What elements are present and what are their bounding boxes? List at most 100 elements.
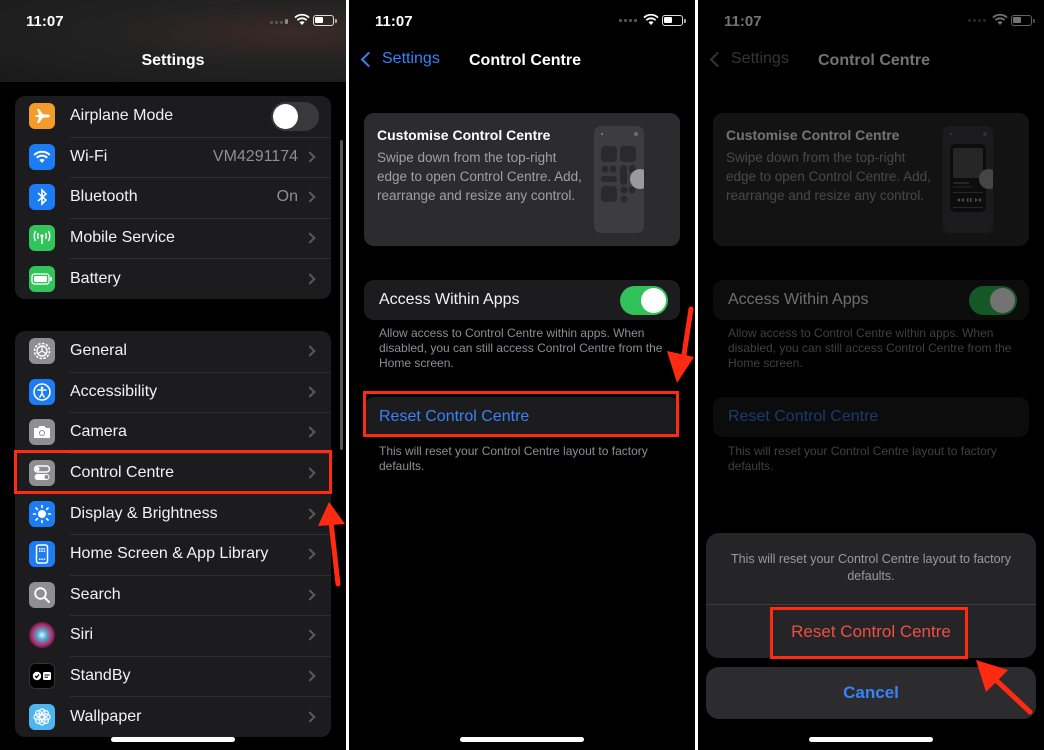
- search-icon: [29, 581, 55, 608]
- annotation-highlight-control-centre: [14, 450, 332, 494]
- chevron-right-icon: [304, 232, 316, 244]
- settings-row-wallpaper[interactable]: Wallpaper: [15, 696, 331, 737]
- settings-row-label: StandBy: [70, 667, 131, 685]
- control-centre-illustration-icon: [594, 126, 644, 233]
- settings-row-siri[interactable]: Siri: [15, 615, 331, 656]
- settings-row-airplane-mode[interactable]: Airplane Mode: [15, 96, 331, 137]
- status-bar: 11:07: [349, 0, 695, 42]
- reset-control-centre-label: Reset Control Centre: [728, 408, 879, 425]
- wifi-status-icon: [643, 13, 659, 25]
- settings-group-connectivity: Airplane Mode Wi-Fi VM4291174 Bluetooth …: [15, 96, 331, 299]
- settings-screen: 11:07 Settings Airplane Mode Wi-Fi VM429…: [0, 0, 346, 750]
- settings-row-general[interactable]: General: [15, 331, 331, 372]
- settings-row-search[interactable]: Search: [15, 574, 331, 616]
- scrollbar[interactable]: [340, 140, 343, 450]
- settings-row-label: Accessibility: [70, 382, 158, 400]
- settings-row-label: Mobile Service: [70, 229, 175, 247]
- back-label: Settings: [382, 50, 440, 67]
- access-within-apps-row: Access Within Apps: [713, 280, 1029, 320]
- settings-row-label: Search: [70, 585, 121, 603]
- cellular-signal-icon: [968, 19, 986, 22]
- camera-icon: [29, 419, 55, 446]
- battery-status-icon: [662, 15, 686, 26]
- back-button[interactable]: Settings: [706, 50, 789, 68]
- customise-card: Customise Control Centre Swipe down from…: [364, 113, 680, 246]
- control-centre-screen: 11:07 Settings Control Centre Customise …: [349, 0, 695, 750]
- reset-footer: This will reset your Control Centre layo…: [379, 444, 648, 473]
- chevron-right-icon: [304, 629, 316, 642]
- card-title: Customise Control Centre: [726, 127, 900, 143]
- settings-row-mobile-service[interactable]: Mobile Service: [15, 217, 331, 259]
- annotation-highlight-confirm-reset: [770, 607, 968, 659]
- reset-footer: This will reset your Control Centre layo…: [728, 444, 997, 473]
- settings-row-wifi[interactable]: Wi-Fi VM4291174: [15, 136, 331, 178]
- siri-icon: [29, 622, 55, 649]
- settings-row-label: Display & Brightness: [70, 504, 218, 522]
- annotation-arrow-down-icon: [667, 306, 694, 383]
- card-description: Swipe down from the top-right edge to op…: [726, 150, 931, 203]
- status-time: 11:07: [724, 13, 762, 30]
- antenna-icon: [29, 225, 55, 252]
- card-title: Customise Control Centre: [377, 127, 551, 143]
- cellular-signal-icon: [619, 19, 637, 22]
- access-within-apps-row: Access Within Apps: [364, 280, 680, 320]
- control-centre-media-illustration-icon: [943, 126, 993, 233]
- airplane-icon: [29, 103, 55, 130]
- bluetooth-status-value: On: [276, 188, 298, 206]
- customise-card: Customise Control Centre Swipe down from…: [713, 113, 1029, 246]
- status-bar: 11:07: [0, 0, 346, 42]
- chevron-right-icon: [304, 589, 316, 601]
- wifi-icon: [29, 143, 55, 170]
- settings-row-accessibility[interactable]: Accessibility: [15, 371, 331, 413]
- status-bar: 11:07: [698, 0, 1044, 42]
- accessibility-icon: [29, 378, 55, 405]
- access-within-apps-toggle[interactable]: [969, 285, 1017, 315]
- home-indicator[interactable]: [460, 737, 584, 742]
- annotation-arrow-up-icon: [318, 502, 345, 587]
- page-title: Control Centre: [818, 52, 930, 69]
- standby-icon: [29, 663, 55, 690]
- settings-row-battery[interactable]: Battery: [15, 258, 331, 299]
- home-screen-icon: [29, 541, 55, 568]
- wifi-status-icon: [992, 13, 1008, 25]
- chevron-left-icon: [360, 51, 377, 67]
- chevron-right-icon: [304, 426, 316, 439]
- airplane-mode-toggle[interactable]: [271, 101, 319, 131]
- gear-icon: [29, 338, 55, 365]
- chevron-right-icon: [304, 151, 316, 163]
- access-within-apps-label: Access Within Apps: [379, 291, 520, 308]
- settings-row-label: Bluetooth: [70, 188, 138, 206]
- reset-confirmation-screen: 11:07 Settings Control Centre Customise …: [698, 0, 1044, 750]
- settings-row-bluetooth[interactable]: Bluetooth On: [15, 177, 331, 218]
- settings-row-label: General: [70, 342, 127, 360]
- settings-row-standby[interactable]: StandBy: [15, 655, 331, 697]
- chevron-right-icon: [304, 670, 316, 682]
- settings-row-display-brightness[interactable]: Display & Brightness: [15, 493, 331, 534]
- access-within-apps-footer: Allow access to Control Centre within ap…: [379, 326, 663, 370]
- settings-row-camera[interactable]: Camera: [15, 412, 331, 453]
- toggle-knob: [273, 103, 298, 129]
- wallpaper-icon: [29, 703, 55, 730]
- access-within-apps-label: Access Within Apps: [728, 291, 869, 308]
- reset-control-centre-button[interactable]: Reset Control Centre: [713, 397, 1029, 437]
- settings-row-label: Home Screen & App Library: [70, 545, 269, 563]
- home-indicator[interactable]: [111, 737, 235, 742]
- cellular-signal-icon: [270, 19, 288, 24]
- toggle-knob: [990, 287, 1015, 313]
- back-button[interactable]: Settings: [357, 50, 440, 68]
- wifi-status-icon: [294, 13, 310, 25]
- settings-row-home-screen[interactable]: Home Screen & App Library: [15, 533, 331, 575]
- battery-icon: [29, 265, 55, 292]
- chevron-right-icon: [304, 345, 316, 357]
- settings-group-general: General Accessibility Camera Control Cen…: [15, 331, 331, 737]
- battery-status-icon: [313, 15, 337, 26]
- chevron-right-icon: [304, 710, 316, 723]
- bluetooth-icon: [29, 184, 55, 211]
- settings-row-label: Airplane Mode: [70, 107, 174, 125]
- status-time: 11:07: [375, 13, 413, 30]
- status-time: 11:07: [26, 13, 64, 30]
- home-indicator[interactable]: [809, 737, 933, 742]
- settings-row-label: Wi-Fi: [70, 147, 108, 165]
- sun-icon: [29, 500, 55, 527]
- chevron-left-icon: [709, 51, 726, 67]
